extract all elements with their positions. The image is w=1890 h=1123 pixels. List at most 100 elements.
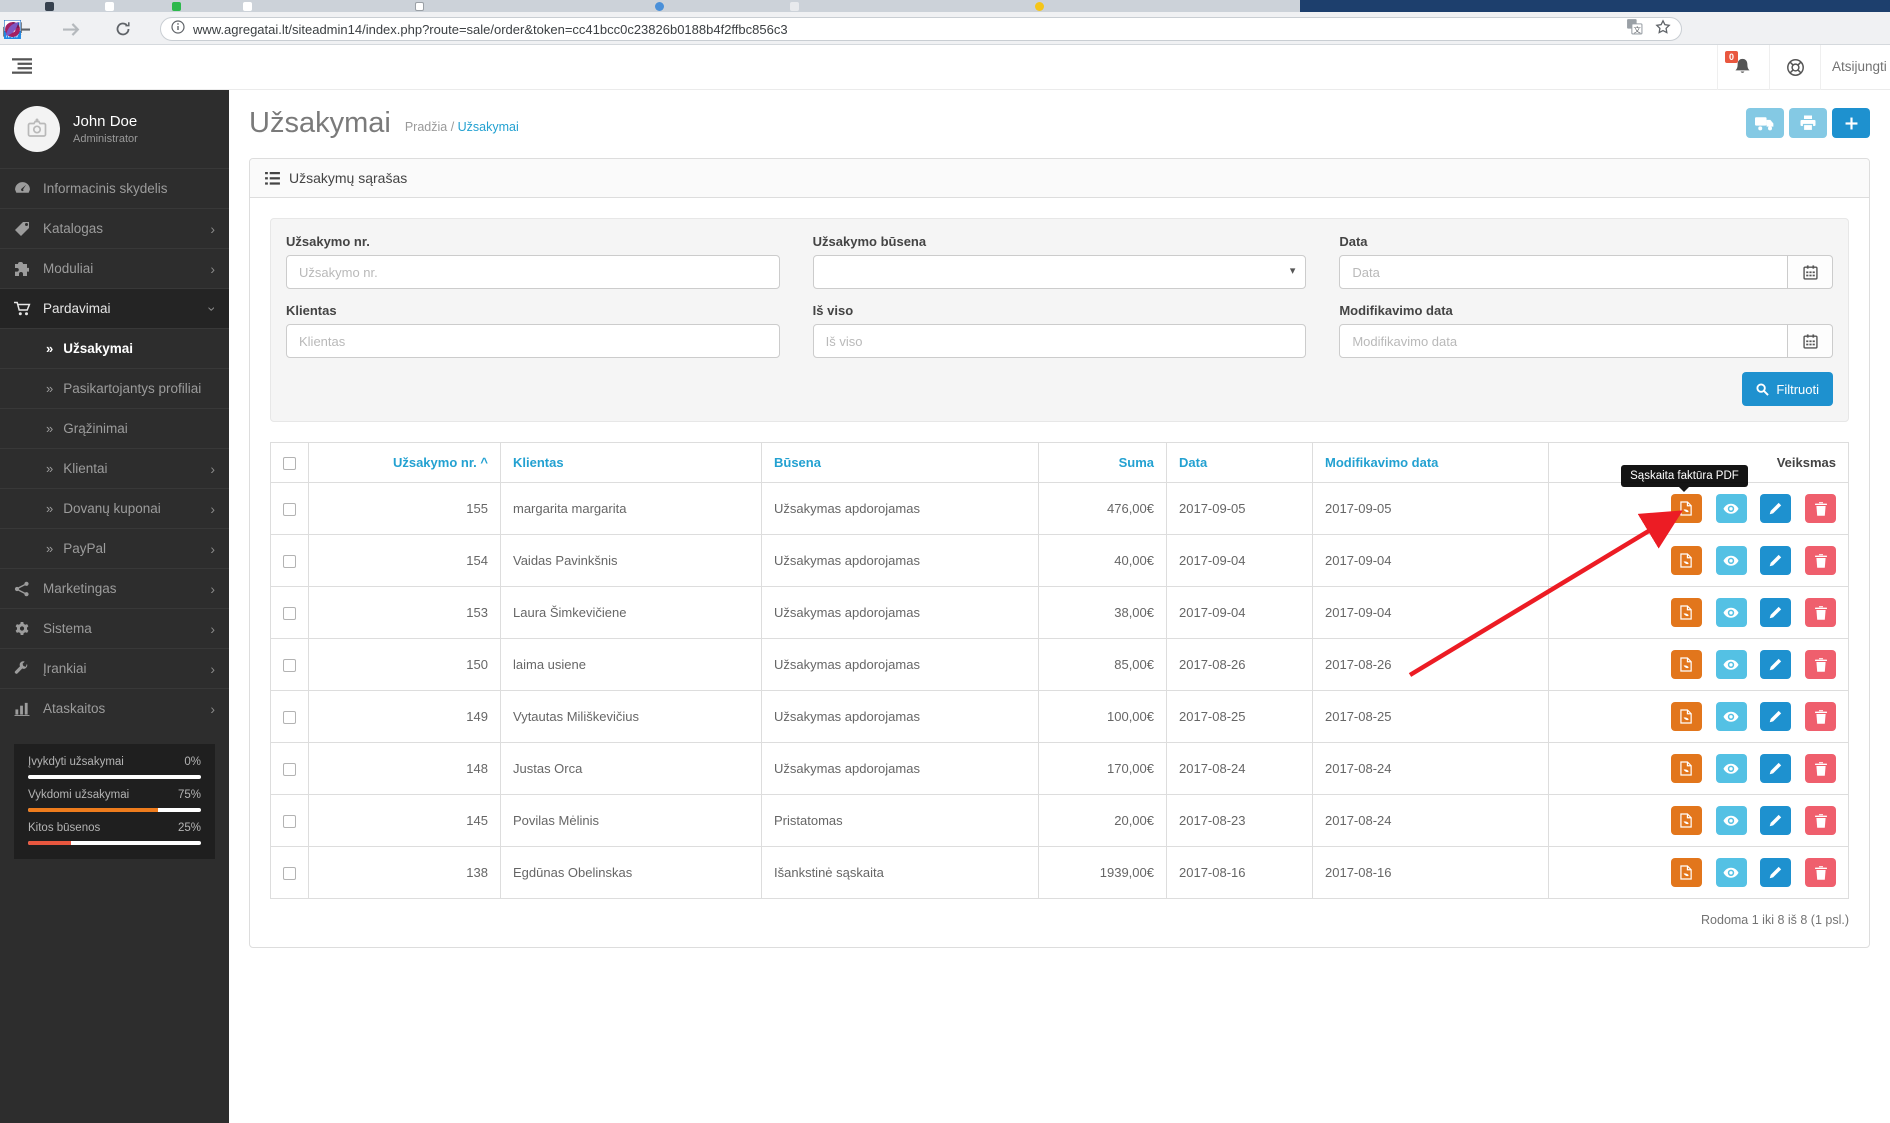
row-checkbox[interactable]	[283, 607, 296, 621]
cell-status: Užsakymas apdorojamas	[761, 586, 1039, 639]
edit-order-button[interactable]	[1760, 494, 1792, 523]
chevron-right-icon: ›	[210, 700, 215, 717]
calendar-button[interactable]	[1788, 324, 1834, 358]
sidebar-item[interactable]: » Sistema ›	[0, 608, 229, 648]
sidebar-toggle-icon[interactable]	[12, 58, 32, 76]
sidebar-item[interactable]: » Katalogas ›	[0, 208, 229, 248]
delete-order-button[interactable]	[1805, 494, 1836, 523]
edit-order-button[interactable]	[1760, 858, 1792, 887]
row-checkbox[interactable]	[283, 763, 296, 777]
sidebar-item[interactable]: » Ataskaitos ›	[0, 688, 229, 728]
pencil-icon	[1770, 658, 1782, 671]
url-text[interactable]: www.agregatai.lt/siteadmin14/index.php?r…	[193, 22, 1626, 37]
delete-order-button[interactable]	[1805, 702, 1836, 731]
sidebar-item[interactable]: » Grąžinimai ›	[0, 408, 229, 448]
breadcrumb-separator: /	[450, 120, 455, 134]
sidebar-item[interactable]: » Informacinis skydelis ›	[0, 168, 229, 208]
page-title: Užsakymai	[249, 107, 391, 139]
invoice-pdf-button[interactable]	[1671, 858, 1703, 887]
edit-order-button[interactable]	[1760, 650, 1792, 679]
invoice-pdf-button[interactable]	[1671, 546, 1703, 575]
logout-button[interactable]: Atsijungti	[1832, 59, 1890, 74]
sort-date-modified[interactable]: Modifikavimo data	[1325, 455, 1438, 470]
breadcrumb-home[interactable]: Pradžia	[405, 120, 447, 134]
filter-total-input[interactable]	[812, 324, 1307, 358]
sidebar-item[interactable]: » PayPal ›	[0, 528, 229, 568]
bookmark-star-icon[interactable]	[1655, 18, 1671, 40]
row-checkbox[interactable]	[283, 503, 296, 517]
sidebar-item[interactable]: » Klientai ›	[0, 448, 229, 488]
sort-total[interactable]: Suma	[1119, 455, 1154, 470]
row-checkbox[interactable]	[283, 867, 296, 881]
sidebar-item[interactable]: » Užsakymai ›	[0, 328, 229, 368]
sidebar-item[interactable]: » Dovanų kuponai ›	[0, 488, 229, 528]
shipping-list-button[interactable]	[1746, 108, 1784, 138]
calendar-button[interactable]	[1788, 255, 1834, 289]
sidebar-item[interactable]: » Moduliai ›	[0, 248, 229, 288]
filter-customer-input[interactable]	[286, 324, 780, 358]
filter-button[interactable]: Filtruoti	[1742, 372, 1834, 406]
view-order-button[interactable]	[1715, 598, 1747, 627]
delete-order-button[interactable]	[1805, 650, 1836, 679]
delete-order-button[interactable]	[1805, 806, 1836, 835]
invoice-pdf-button[interactable]	[1671, 650, 1703, 679]
view-order-button[interactable]	[1715, 858, 1747, 887]
help-lifering-icon[interactable]	[1786, 58, 1805, 77]
sidebar-item-icon	[14, 661, 32, 677]
view-order-button[interactable]	[1715, 650, 1747, 679]
invoice-pdf-button[interactable]	[1671, 494, 1703, 523]
translate-icon[interactable]: 文	[1626, 18, 1643, 40]
sidebar-item-label: Pasikartojantys profiliai	[63, 381, 202, 396]
edit-order-button[interactable]	[1760, 546, 1792, 575]
sort-status[interactable]: Būsena	[774, 455, 821, 470]
add-order-button[interactable]	[1832, 108, 1870, 138]
cell-order-no: 154	[308, 534, 501, 587]
filter-modified-input[interactable]	[1339, 324, 1789, 358]
row-checkbox[interactable]	[283, 659, 296, 673]
invoice-pdf-button[interactable]	[1671, 702, 1703, 731]
row-checkbox[interactable]	[283, 555, 296, 569]
row-checkbox[interactable]	[283, 711, 296, 725]
sort-order-no[interactable]: Užsakymo nr. ^	[393, 455, 488, 470]
notifications-bell-icon[interactable]: 0	[1725, 51, 1755, 79]
calendar-icon	[1802, 333, 1818, 349]
view-order-button[interactable]	[1715, 494, 1747, 523]
delete-order-button[interactable]	[1805, 598, 1836, 627]
invoice-pdf-button[interactable]	[1671, 754, 1703, 783]
breadcrumb-current[interactable]: Užsakymai	[458, 120, 519, 134]
select-all-checkbox[interactable]	[283, 457, 296, 471]
edit-order-button[interactable]	[1760, 702, 1792, 731]
progress-bar	[28, 775, 201, 779]
sort-date-added[interactable]: Data	[1179, 455, 1207, 470]
sidebar-item[interactable]: » Įrankiai ›	[0, 648, 229, 688]
edit-order-button[interactable]	[1760, 754, 1792, 783]
sidebar-item[interactable]: » Marketingas ›	[0, 568, 229, 608]
view-order-button[interactable]	[1715, 546, 1747, 575]
view-order-button[interactable]	[1715, 702, 1747, 731]
extension-icon[interactable]	[0, 17, 24, 41]
view-order-button[interactable]	[1715, 754, 1747, 783]
sidebar-item[interactable]: » Pardavimai ›	[0, 288, 229, 328]
cell-date-added: 2017-08-16	[1166, 846, 1313, 899]
invoice-pdf-button[interactable]	[1671, 806, 1703, 835]
forward-button[interactable]	[58, 16, 84, 42]
view-order-button[interactable]	[1715, 806, 1747, 835]
delete-order-button[interactable]	[1805, 546, 1836, 575]
sidebar-item[interactable]: » Pasikartojantys profiliai ›	[0, 368, 229, 408]
delete-order-button[interactable]	[1805, 858, 1836, 887]
filter-order-no-input[interactable]	[286, 255, 780, 289]
url-bar[interactable]: www.agregatai.lt/siteadmin14/index.php?r…	[160, 17, 1682, 41]
filter-total-label: Iš viso	[812, 303, 854, 318]
sort-customer[interactable]: Klientas	[513, 455, 564, 470]
invoice-pdf-button[interactable]	[1671, 598, 1703, 627]
filter-status-select[interactable]	[812, 255, 1307, 289]
delete-order-button[interactable]	[1805, 754, 1836, 783]
pdf-file-icon	[1680, 813, 1692, 828]
page-info-icon[interactable]	[171, 19, 185, 39]
invoice-print-button[interactable]	[1789, 108, 1827, 138]
edit-order-button[interactable]	[1760, 598, 1792, 627]
row-checkbox[interactable]	[283, 815, 296, 829]
reload-button[interactable]	[110, 16, 136, 42]
edit-order-button[interactable]	[1760, 806, 1792, 835]
filter-date-input[interactable]	[1339, 255, 1789, 289]
